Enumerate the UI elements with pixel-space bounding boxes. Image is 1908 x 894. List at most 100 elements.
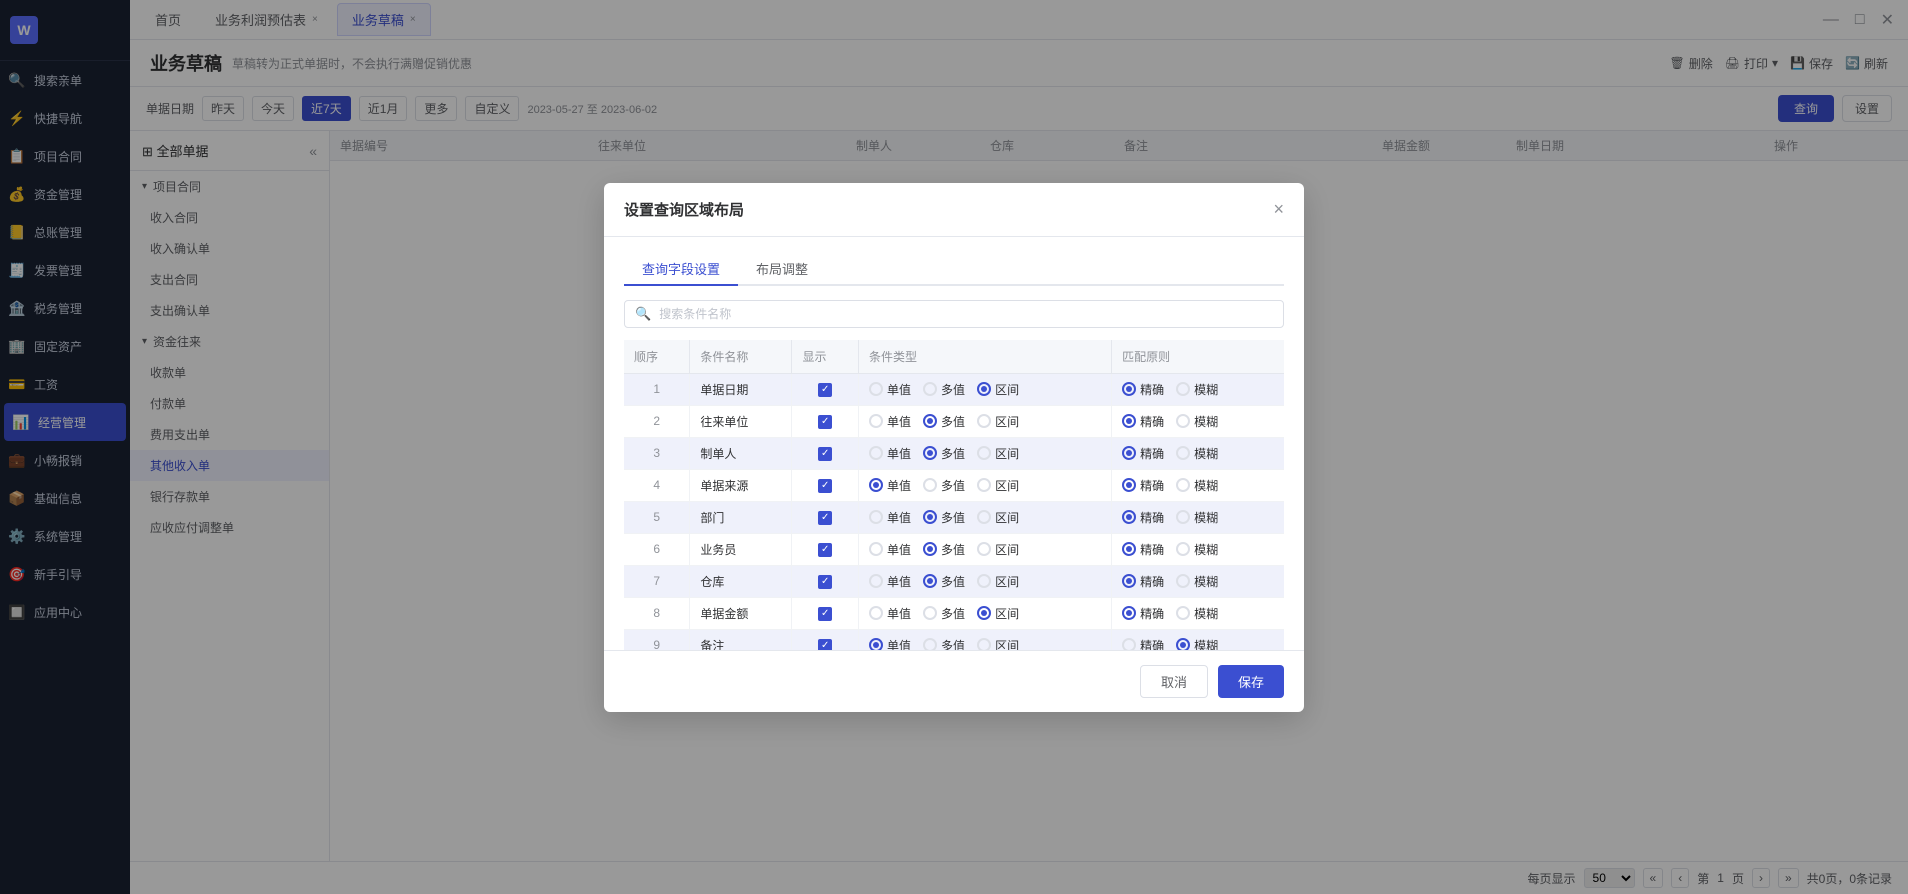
show-checkbox[interactable]: ✓ — [818, 447, 832, 461]
radio-match-exact[interactable]: 精确 — [1122, 413, 1164, 430]
radio-multi-circle — [923, 382, 937, 396]
radio-multi[interactable]: 多值 — [923, 637, 965, 650]
radio-match-exact-circle — [1122, 446, 1136, 460]
save-button[interactable]: 保存 — [1218, 665, 1284, 698]
modal-body: 查询字段设置 布局调整 🔍 顺序 条件名称 显示 条件类 — [604, 237, 1304, 650]
show-checkbox[interactable]: ✓ — [818, 639, 832, 650]
radio-range[interactable]: 区间 — [977, 509, 1019, 526]
radio-match-fuzzy[interactable]: 模糊 — [1176, 509, 1218, 526]
show-checkbox[interactable]: ✓ — [818, 415, 832, 429]
radio-multi[interactable]: 多值 — [923, 413, 965, 430]
radio-range-circle — [977, 606, 991, 620]
radio-match-fuzzy[interactable]: 模糊 — [1176, 573, 1218, 590]
radio-multi[interactable]: 多值 — [923, 573, 965, 590]
radio-multi[interactable]: 多值 — [923, 381, 965, 398]
show-checkbox[interactable]: ✓ — [818, 543, 832, 557]
table-row: 8单据金额✓单值多值区间精确模糊 — [624, 597, 1284, 629]
radio-range[interactable]: 区间 — [977, 381, 1019, 398]
cell-match: 精确模糊 — [1112, 597, 1284, 629]
radio-match-exact[interactable]: 精确 — [1122, 637, 1164, 650]
modal-tab-field-settings[interactable]: 查询字段设置 — [624, 253, 738, 286]
radio-single[interactable]: 单值 — [869, 637, 911, 650]
radio-range[interactable]: 区间 — [977, 605, 1019, 622]
radio-match-fuzzy-circle — [1176, 638, 1190, 650]
radio-range[interactable]: 区间 — [977, 445, 1019, 462]
radio-match-exact[interactable]: 精确 — [1122, 605, 1164, 622]
radio-match-fuzzy-circle — [1176, 606, 1190, 620]
radio-match-exact[interactable]: 精确 — [1122, 381, 1164, 398]
radio-match-exact[interactable]: 精确 — [1122, 445, 1164, 462]
radio-single[interactable]: 单值 — [869, 573, 911, 590]
radio-match-exact-circle — [1122, 606, 1136, 620]
cell-show[interactable]: ✓ — [792, 437, 859, 469]
cancel-button[interactable]: 取消 — [1140, 665, 1208, 698]
radio-match-exact[interactable]: 精确 — [1122, 541, 1164, 558]
show-checkbox[interactable]: ✓ — [818, 511, 832, 525]
cell-match: 精确模糊 — [1112, 565, 1284, 597]
th-match: 匹配原则 — [1112, 340, 1284, 374]
cell-name: 往来单位 — [690, 405, 792, 437]
cell-show[interactable]: ✓ — [792, 405, 859, 437]
radio-single[interactable]: 单值 — [869, 509, 911, 526]
cell-show[interactable]: ✓ — [792, 565, 859, 597]
radio-match-fuzzy[interactable]: 模糊 — [1176, 477, 1218, 494]
radio-multi-circle — [923, 638, 937, 650]
cell-condition-type: 单值多值区间 — [859, 597, 1112, 629]
cell-name: 单据金额 — [690, 597, 792, 629]
config-table-head: 顺序 条件名称 显示 条件类型 匹配原则 — [624, 340, 1284, 374]
cell-name: 业务员 — [690, 533, 792, 565]
radio-match-exact[interactable]: 精确 — [1122, 477, 1164, 494]
config-table-body: 1单据日期✓单值多值区间精确模糊2往来单位✓单值多值区间精确模糊3制单人✓单值多… — [624, 373, 1284, 650]
radio-match-fuzzy[interactable]: 模糊 — [1176, 413, 1218, 430]
cell-show[interactable]: ✓ — [792, 469, 859, 501]
radio-range[interactable]: 区间 — [977, 477, 1019, 494]
radio-range[interactable]: 区间 — [977, 413, 1019, 430]
show-checkbox[interactable]: ✓ — [818, 383, 832, 397]
show-checkbox[interactable]: ✓ — [818, 607, 832, 621]
table-row: 4单据来源✓单值多值区间精确模糊 — [624, 469, 1284, 501]
radio-match-exact[interactable]: 精确 — [1122, 573, 1164, 590]
radio-match-fuzzy[interactable]: 模糊 — [1176, 637, 1218, 650]
modal-search-input[interactable] — [659, 307, 1273, 321]
radio-match-fuzzy[interactable]: 模糊 — [1176, 541, 1218, 558]
modal-overlay: 设置查询区域布局 × 查询字段设置 布局调整 🔍 顺序 — [0, 0, 1908, 894]
radio-match-fuzzy[interactable]: 模糊 — [1176, 445, 1218, 462]
config-table-scroll: 顺序 条件名称 显示 条件类型 匹配原则 1单据日期✓单值多值区间精确模糊2往来… — [624, 340, 1284, 650]
modal-search-box[interactable]: 🔍 — [624, 300, 1284, 328]
radio-match-fuzzy-circle — [1176, 542, 1190, 556]
table-row: 5部门✓单值多值区间精确模糊 — [624, 501, 1284, 533]
radio-single[interactable]: 单值 — [869, 445, 911, 462]
cell-show[interactable]: ✓ — [792, 501, 859, 533]
radio-match-fuzzy[interactable]: 模糊 — [1176, 605, 1218, 622]
cell-order: 1 — [624, 373, 690, 405]
radio-single[interactable]: 单值 — [869, 541, 911, 558]
radio-single[interactable]: 单值 — [869, 605, 911, 622]
radio-match-fuzzy[interactable]: 模糊 — [1176, 381, 1218, 398]
cell-order: 3 — [624, 437, 690, 469]
radio-multi-circle — [923, 414, 937, 428]
modal-tab-layout[interactable]: 布局调整 — [738, 253, 826, 286]
modal-header: 设置查询区域布局 × — [604, 183, 1304, 237]
radio-multi[interactable]: 多值 — [923, 477, 965, 494]
radio-multi[interactable]: 多值 — [923, 445, 965, 462]
modal-close-btn[interactable]: × — [1273, 200, 1284, 218]
radio-multi[interactable]: 多值 — [923, 541, 965, 558]
show-checkbox[interactable]: ✓ — [818, 575, 832, 589]
radio-match-exact[interactable]: 精确 — [1122, 509, 1164, 526]
radio-range[interactable]: 区间 — [977, 573, 1019, 590]
cell-name: 备注 — [690, 629, 792, 650]
radio-range-circle — [977, 478, 991, 492]
radio-single[interactable]: 单值 — [869, 477, 911, 494]
radio-range[interactable]: 区间 — [977, 637, 1019, 650]
show-checkbox[interactable]: ✓ — [818, 479, 832, 493]
radio-single[interactable]: 单值 — [869, 381, 911, 398]
cell-show[interactable]: ✓ — [792, 629, 859, 650]
cell-condition-type: 单值多值区间 — [859, 565, 1112, 597]
radio-multi[interactable]: 多值 — [923, 605, 965, 622]
radio-single[interactable]: 单值 — [869, 413, 911, 430]
cell-show[interactable]: ✓ — [792, 533, 859, 565]
cell-show[interactable]: ✓ — [792, 597, 859, 629]
radio-multi[interactable]: 多值 — [923, 509, 965, 526]
cell-show[interactable]: ✓ — [792, 373, 859, 405]
radio-range[interactable]: 区间 — [977, 541, 1019, 558]
